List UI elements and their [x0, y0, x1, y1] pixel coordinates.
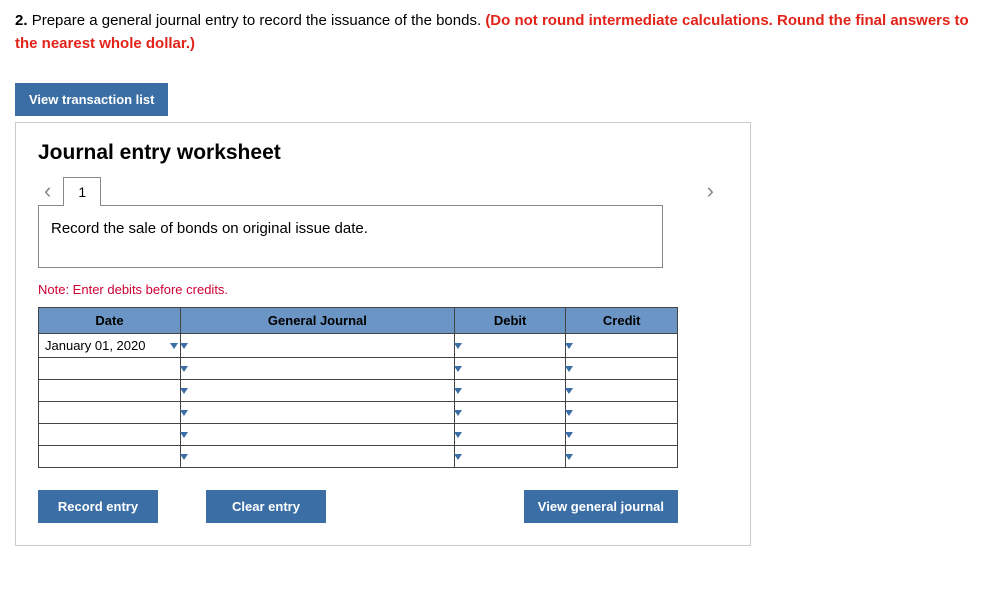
chevron-down-icon[interactable] [565, 410, 573, 416]
instruction-box: Record the sale of bonds on original iss… [38, 205, 663, 268]
chevron-down-icon[interactable] [180, 343, 188, 349]
header-debit: Debit [454, 308, 566, 334]
debit-cell[interactable] [454, 334, 566, 358]
credit-cell[interactable] [566, 446, 678, 468]
chevron-down-icon[interactable] [180, 454, 188, 460]
table-row [39, 380, 678, 402]
gj-cell[interactable] [181, 446, 455, 468]
debit-cell[interactable] [454, 446, 566, 468]
table-row [39, 446, 678, 468]
chevron-down-icon[interactable] [180, 410, 188, 416]
credit-cell[interactable] [566, 424, 678, 446]
clear-entry-button[interactable]: Clear entry [206, 490, 326, 523]
question-text: 2. Prepare a general journal entry to re… [15, 10, 971, 55]
header-date: Date [39, 308, 181, 334]
chevron-left-icon[interactable]: ‹ [38, 178, 57, 204]
chevron-down-icon[interactable] [170, 343, 178, 349]
credit-cell[interactable] [566, 402, 678, 424]
view-general-journal-button[interactable]: View general journal [524, 490, 678, 523]
credit-cell[interactable] [566, 334, 678, 358]
debit-cell[interactable] [454, 402, 566, 424]
debit-cell[interactable] [454, 358, 566, 380]
view-transaction-list-button[interactable]: View transaction list [15, 83, 168, 116]
debit-cell[interactable] [454, 380, 566, 402]
question-number: 2. [15, 12, 28, 29]
gj-cell[interactable] [181, 334, 455, 358]
tab-row: ‹ 1 › [38, 177, 728, 205]
chevron-down-icon[interactable] [454, 366, 462, 372]
date-cell[interactable] [39, 358, 181, 380]
gj-cell[interactable] [181, 424, 455, 446]
date-cell[interactable] [39, 402, 181, 424]
record-entry-button[interactable]: Record entry [38, 490, 158, 523]
table-row [39, 402, 678, 424]
date-cell[interactable] [39, 424, 181, 446]
journal-table: Date General Journal Debit Credit Januar… [38, 307, 678, 468]
journal-table-body: January 01, 2020 [39, 334, 678, 468]
date-cell[interactable]: January 01, 2020 [39, 334, 181, 358]
instruction-text: Record the sale of bonds on original iss… [51, 220, 368, 237]
note-text: Note: Enter debits before credits. [38, 282, 728, 297]
table-row [39, 358, 678, 380]
date-cell[interactable] [39, 446, 181, 468]
action-row: Record entry Clear entry View general jo… [38, 490, 678, 523]
credit-cell[interactable] [566, 380, 678, 402]
chevron-down-icon[interactable] [454, 432, 462, 438]
gj-cell[interactable] [181, 358, 455, 380]
chevron-down-icon[interactable] [454, 410, 462, 416]
gj-cell[interactable] [181, 402, 455, 424]
date-value: January 01, 2020 [45, 338, 145, 353]
date-cell[interactable] [39, 380, 181, 402]
chevron-right-icon[interactable]: › [701, 178, 720, 204]
chevron-down-icon[interactable] [565, 343, 573, 349]
chevron-down-icon[interactable] [180, 366, 188, 372]
table-row: January 01, 2020 [39, 334, 678, 358]
chevron-down-icon[interactable] [454, 388, 462, 394]
worksheet-title: Journal entry worksheet [38, 141, 728, 165]
question-body: Prepare a general journal entry to recor… [32, 12, 481, 29]
chevron-down-icon[interactable] [454, 454, 462, 460]
chevron-down-icon[interactable] [565, 388, 573, 394]
gj-cell[interactable] [181, 380, 455, 402]
tab-1[interactable]: 1 [63, 177, 101, 206]
chevron-down-icon[interactable] [565, 366, 573, 372]
chevron-down-icon[interactable] [565, 454, 573, 460]
debit-cell[interactable] [454, 424, 566, 446]
header-general-journal: General Journal [181, 308, 455, 334]
chevron-down-icon[interactable] [180, 388, 188, 394]
chevron-down-icon[interactable] [180, 432, 188, 438]
credit-cell[interactable] [566, 358, 678, 380]
chevron-down-icon[interactable] [454, 343, 462, 349]
chevron-down-icon[interactable] [565, 432, 573, 438]
table-row [39, 424, 678, 446]
journal-worksheet-panel: Journal entry worksheet ‹ 1 › Record the… [15, 122, 751, 546]
header-credit: Credit [566, 308, 678, 334]
